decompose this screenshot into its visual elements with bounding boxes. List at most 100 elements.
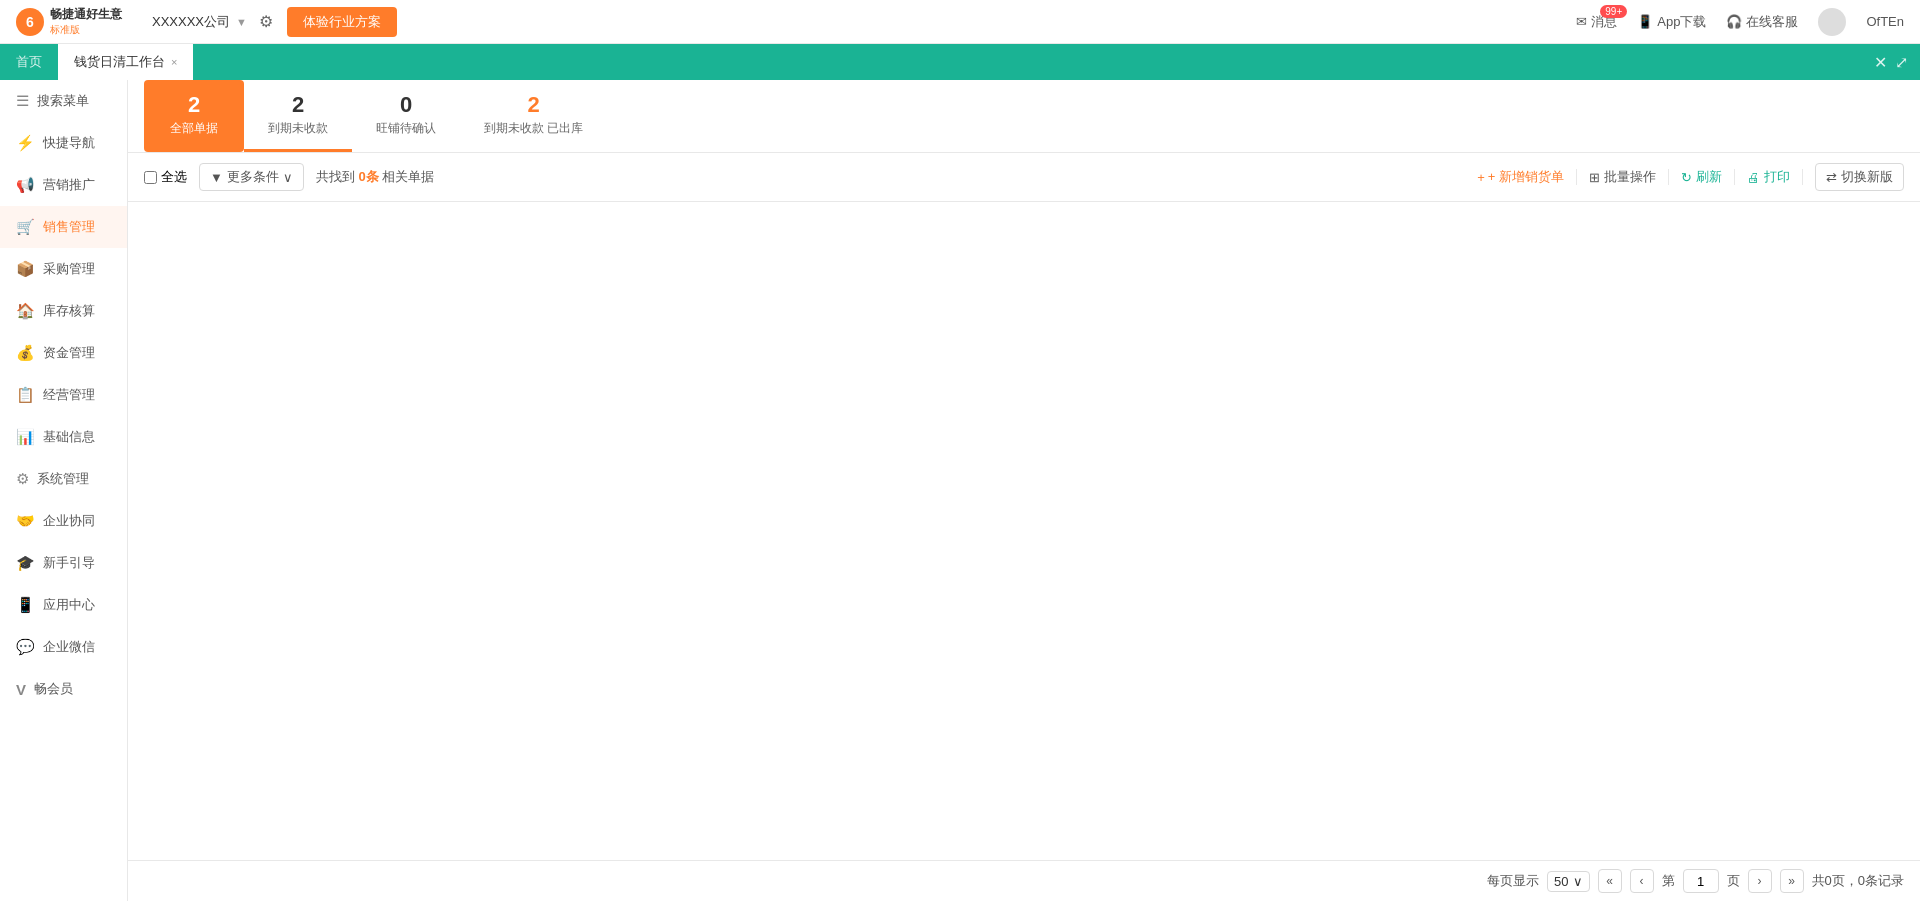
app-download-button[interactable]: 📱 App下载 bbox=[1637, 13, 1706, 31]
sidebar-item-member[interactable]: V 畅会员 bbox=[0, 668, 127, 710]
page-size-label: 每页显示 bbox=[1487, 872, 1539, 890]
sidebar-item-system[interactable]: ⚙ 系统管理 bbox=[0, 458, 127, 500]
stat-overdue-num: 2 bbox=[292, 92, 304, 118]
sidebar-item-cooperation-label: 企业协同 bbox=[43, 512, 95, 530]
service-label: 在线客服 bbox=[1746, 13, 1798, 31]
stat-tab-overdue[interactable]: 2 到期未收款 bbox=[244, 80, 352, 152]
sidebar-item-guide[interactable]: 🎓 新手引导 bbox=[0, 542, 127, 584]
print-button[interactable]: 🖨 打印 bbox=[1747, 168, 1790, 186]
first-page-icon: « bbox=[1606, 874, 1613, 888]
prev-page-button[interactable]: ‹ bbox=[1630, 869, 1654, 893]
sidebar-item-finance-label: 资金管理 bbox=[43, 344, 95, 362]
toolbar-left: 全选 ▼ 更多条件 ∨ 共找到 0条 相关单据 bbox=[144, 163, 1465, 191]
message-badge: 99+ bbox=[1600, 5, 1627, 18]
add-sale-label: + 新增销货单 bbox=[1488, 168, 1564, 186]
finance-icon: 💰 bbox=[16, 344, 35, 362]
company-selector[interactable]: XXXXXX公司 ▼ bbox=[152, 13, 247, 31]
refresh-icon: ↻ bbox=[1681, 170, 1692, 185]
switch-version-button[interactable]: ⇄ 切换新版 bbox=[1815, 163, 1904, 191]
header-right: ✉ 消息 99+ 📱 App下载 🎧 在线客服 OfTEn bbox=[1576, 8, 1904, 36]
page-size-select[interactable]: 50 ∨ bbox=[1547, 871, 1589, 892]
stats-tabs: 2 全部单据 2 到期未收款 0 旺铺待确认 2 到期未收款 已出库 bbox=[128, 80, 1920, 153]
tabs-actions: ✕ ⤢ bbox=[1874, 53, 1920, 72]
basic-info-icon: 📊 bbox=[16, 428, 35, 446]
tab-active[interactable]: 钱货日清工作台 × bbox=[58, 44, 193, 80]
add-sale-icon: + bbox=[1477, 170, 1485, 185]
sidebar-item-purchase[interactable]: 📦 采购管理 bbox=[0, 248, 127, 290]
sidebar-item-inventory-label: 库存核算 bbox=[43, 302, 95, 320]
stat-pending-label: 旺铺待确认 bbox=[376, 120, 436, 137]
content-area: 2 全部单据 2 到期未收款 0 旺铺待确认 2 到期未收款 已出库 全选 bbox=[128, 80, 1920, 901]
company-arrow: ▼ bbox=[236, 16, 247, 28]
last-page-button[interactable]: » bbox=[1780, 869, 1804, 893]
sidebar-item-inventory[interactable]: 🏠 库存核算 bbox=[0, 290, 127, 332]
filter-label: 更多条件 bbox=[227, 168, 279, 186]
tab-home[interactable]: 首页 bbox=[0, 44, 58, 80]
toolbar: 全选 ▼ 更多条件 ∨ 共找到 0条 相关单据 + + 新增销货单 bbox=[128, 153, 1920, 202]
member-icon: V bbox=[16, 681, 26, 698]
print-icon: 🖨 bbox=[1747, 170, 1760, 185]
sidebar-item-enterprise-wechat[interactable]: 💬 企业微信 bbox=[0, 626, 127, 668]
sidebar-item-marketing-label: 营销推广 bbox=[43, 176, 95, 194]
sidebar-item-member-label: 畅会员 bbox=[34, 680, 73, 698]
stat-tab-shipped[interactable]: 2 到期未收款 已出库 bbox=[460, 80, 607, 152]
service-button[interactable]: 🎧 在线客服 bbox=[1726, 13, 1798, 31]
trial-button[interactable]: 体验行业方案 bbox=[287, 7, 397, 37]
sidebar-item-app-center[interactable]: 📱 应用中心 bbox=[0, 584, 127, 626]
refresh-button[interactable]: ↻ 刷新 bbox=[1681, 168, 1722, 186]
sidebar-item-quick-nav[interactable]: ⚡ 快捷导航 bbox=[0, 122, 127, 164]
sidebar-item-finance[interactable]: 💰 资金管理 bbox=[0, 332, 127, 374]
sidebar-item-system-label: 系统管理 bbox=[37, 470, 89, 488]
username: OfTEn bbox=[1866, 14, 1904, 29]
stat-tab-pending[interactable]: 0 旺铺待确认 bbox=[352, 80, 460, 152]
cooperation-icon: 🤝 bbox=[16, 512, 35, 530]
settings-button[interactable]: ⚙ bbox=[259, 12, 273, 31]
search-menu-icon: ☰ bbox=[16, 92, 29, 110]
message-icon: ✉ bbox=[1576, 14, 1587, 29]
current-page-input[interactable]: 1 bbox=[1683, 869, 1719, 893]
sidebar-item-marketing[interactable]: 📢 营销推广 bbox=[0, 164, 127, 206]
logo-text: 畅捷通好生意 标准版 bbox=[50, 6, 122, 37]
sidebar-item-cooperation[interactable]: 🤝 企业协同 bbox=[0, 500, 127, 542]
batch-icon: ⊞ bbox=[1589, 170, 1600, 185]
filter-icon: ▼ bbox=[210, 170, 223, 185]
stat-pending-num: 0 bbox=[400, 92, 412, 118]
tab-restore-icon[interactable]: ✕ bbox=[1874, 53, 1887, 72]
avatar[interactable] bbox=[1818, 8, 1846, 36]
sidebar-item-search[interactable]: ☰ 搜索菜单 bbox=[0, 80, 127, 122]
select-all-label[interactable]: 全选 bbox=[144, 168, 187, 186]
add-sale-button[interactable]: + + 新增销货单 bbox=[1477, 168, 1564, 186]
tab-active-label: 钱货日清工作台 bbox=[74, 53, 165, 71]
divider-4 bbox=[1802, 169, 1803, 185]
sidebar-item-operations[interactable]: 📋 经营管理 bbox=[0, 374, 127, 416]
sidebar-item-sales[interactable]: 🛒 销售管理 bbox=[0, 206, 127, 248]
stat-all-num: 2 bbox=[188, 92, 200, 118]
divider-2 bbox=[1668, 169, 1669, 185]
toolbar-right: + + 新增销货单 ⊞ 批量操作 ↻ 刷新 🖨 打印 bbox=[1477, 163, 1904, 191]
next-page-button[interactable]: › bbox=[1748, 869, 1772, 893]
batch-operation-button[interactable]: ⊞ 批量操作 bbox=[1589, 168, 1656, 186]
pagination-bar: 每页显示 50 ∨ « ‹ 第 1 页 › » 共0页，0条记录 bbox=[128, 860, 1920, 901]
marketing-icon: 📢 bbox=[16, 176, 35, 194]
system-icon: ⚙ bbox=[16, 470, 29, 488]
page-suffix-label: 页 bbox=[1727, 872, 1740, 890]
filter-button[interactable]: ▼ 更多条件 ∨ bbox=[199, 163, 304, 191]
guide-icon: 🎓 bbox=[16, 554, 35, 572]
stat-tab-all[interactable]: 2 全部单据 bbox=[144, 80, 244, 152]
logo-icon: 6 bbox=[16, 8, 44, 36]
filter-arrow-icon: ∨ bbox=[283, 170, 293, 185]
sidebar-item-quick-nav-label: 快捷导航 bbox=[43, 134, 95, 152]
first-page-button[interactable]: « bbox=[1598, 869, 1622, 893]
switch-icon: ⇄ bbox=[1826, 170, 1837, 185]
sidebar-item-sales-label: 销售管理 bbox=[43, 218, 95, 236]
select-all-checkbox[interactable] bbox=[144, 171, 157, 184]
tab-maximize-icon[interactable]: ⤢ bbox=[1895, 53, 1908, 72]
logo-area: 6 畅捷通好生意 标准版 bbox=[16, 6, 144, 37]
message-button[interactable]: ✉ 消息 99+ bbox=[1576, 13, 1617, 31]
sidebar-item-basic-info[interactable]: 📊 基础信息 bbox=[0, 416, 127, 458]
tab-close-icon[interactable]: × bbox=[171, 56, 177, 68]
sidebar-item-guide-label: 新手引导 bbox=[43, 554, 95, 572]
page-size-value: 50 bbox=[1554, 874, 1568, 889]
select-all-text: 全选 bbox=[161, 168, 187, 186]
app-label: App下载 bbox=[1657, 13, 1706, 31]
